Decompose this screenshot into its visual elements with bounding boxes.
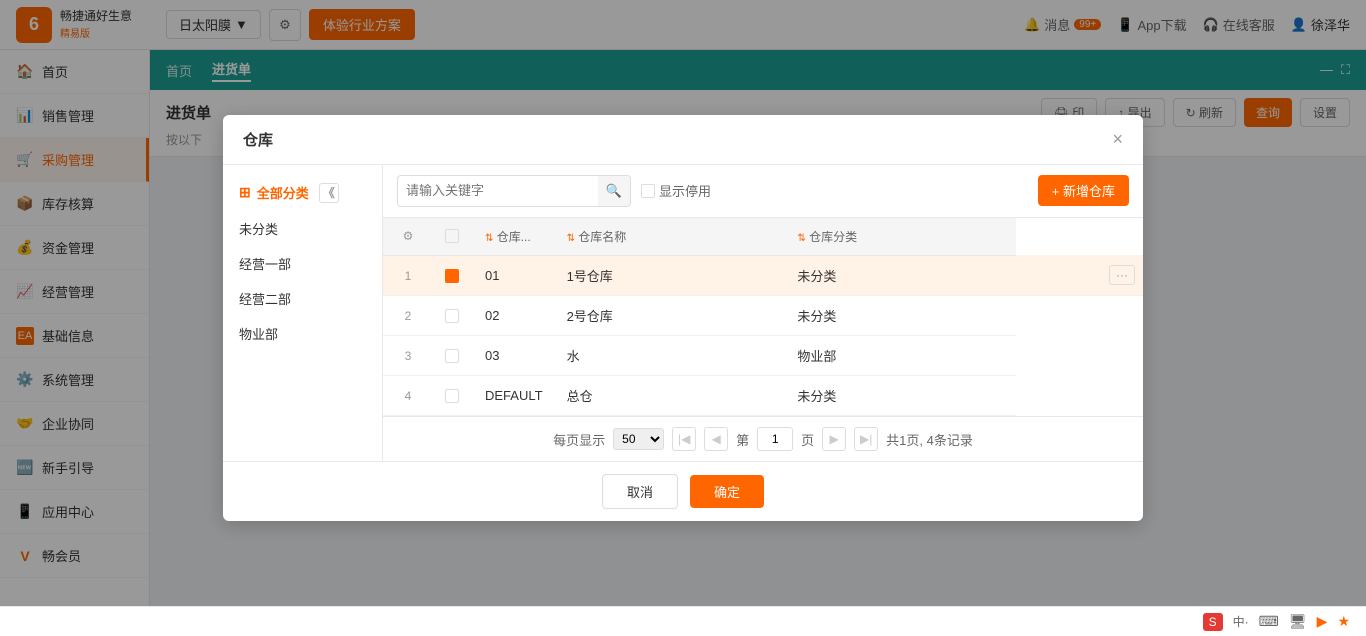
table-toolbar: 🔍 显示停用 + 新增仓库 — [383, 165, 1143, 218]
row-name: 水 — [555, 336, 786, 376]
table-body: 1 01 1号仓库 未分类 ··· — [383, 255, 1143, 416]
table-area: 🔍 显示停用 + 新增仓库 — [383, 165, 1143, 462]
table-row[interactable]: 1 01 1号仓库 未分类 ··· — [383, 255, 1143, 296]
row-category: 未分类 — [785, 296, 1016, 336]
cancel-button[interactable]: 取消 — [602, 474, 678, 509]
sort-name-icon: ⇅ — [567, 233, 575, 244]
row-checkbox[interactable] — [433, 336, 473, 376]
main-layout: 🏠 首页 📊 销售管理 🛒 采购管理 📦 库存核算 💰 资金管理 📈 经营管理 … — [0, 50, 1366, 636]
grid-icon: ⊞ — [239, 184, 251, 201]
show-disabled-checkbox[interactable] — [641, 184, 655, 198]
collapse-button[interactable]: 《 — [319, 183, 339, 203]
last-page-btn[interactable]: ▶| — [854, 427, 878, 451]
row-name: 2号仓库 — [555, 296, 786, 336]
warehouse-table: ⚙ ⇅ 仓库... — [383, 218, 1143, 417]
prev-page-btn[interactable]: ◀ — [704, 427, 728, 451]
th-name[interactable]: ⇅ 仓库名称 — [555, 218, 786, 256]
row-index: 4 — [383, 376, 433, 416]
category-all-label: 全部分类 — [257, 183, 309, 202]
table-row[interactable]: 4 DEFAULT 总仓 未分类 — [383, 376, 1143, 416]
table-header-row: ⚙ ⇅ 仓库... — [383, 218, 1143, 256]
warehouse-modal: 仓库 × ⊞ 全部分类 《 未分类 经营一部 经营二部 — [223, 115, 1143, 522]
row-category: 物业部 — [785, 336, 1016, 376]
main-content: 首页 进货单 — ⛶ 进货单 🖨 印 ↑ 导出 ↻ 刷新 查询 设置 按以下 — [150, 50, 1366, 636]
table-row[interactable]: 2 02 2号仓库 未分类 — [383, 296, 1143, 336]
row-check-4[interactable] — [445, 389, 459, 403]
modal-title: 仓库 — [243, 129, 273, 150]
th-settings: ⚙ — [383, 218, 433, 256]
search-box: 🔍 — [397, 175, 631, 207]
cat-operation1[interactable]: 经营一部 — [223, 246, 382, 281]
th-checkbox — [433, 218, 473, 256]
monitor-icon[interactable]: 🖥 — [1289, 613, 1307, 630]
row-code: 03 — [473, 336, 555, 376]
page-number-input[interactable] — [757, 427, 793, 451]
modal-overlay: 仓库 × ⊞ 全部分类 《 未分类 经营一部 经营二部 — [150, 50, 1366, 636]
pagination: 每页显示 50 20 100 |◀ ◀ 第 页 ▶ — [383, 416, 1143, 461]
cat-unclassified[interactable]: 未分类 — [223, 211, 382, 246]
per-page-select[interactable]: 50 20 100 — [613, 428, 664, 450]
show-disabled-toggle[interactable]: 显示停用 — [641, 181, 711, 200]
per-page-label: 每页显示 — [553, 430, 605, 449]
sort-icon: ⇅ — [485, 233, 493, 244]
row-checkbox[interactable] — [433, 296, 473, 336]
keyboard-icon[interactable]: ⌨ — [1259, 613, 1279, 630]
data-table: ⚙ ⇅ 仓库... — [383, 218, 1143, 417]
category-sidebar: ⊞ 全部分类 《 未分类 经营一部 经营二部 物业部 — [223, 165, 383, 462]
row-index: 1 — [383, 255, 433, 296]
page-label: 第 — [736, 430, 749, 449]
row-index: 2 — [383, 296, 433, 336]
show-disabled-label: 显示停用 — [659, 181, 711, 200]
category-all[interactable]: ⊞ 全部分类 《 — [223, 175, 382, 211]
status-icon-s: S — [1203, 613, 1223, 631]
modal-header: 仓库 × — [223, 115, 1143, 165]
next-page-btn[interactable]: ▶ — [822, 427, 846, 451]
star-icon[interactable]: ★ — [1337, 613, 1350, 630]
modal-body: ⊞ 全部分类 《 未分类 经营一部 经营二部 物业部 — [223, 165, 1143, 462]
row-check-1[interactable] — [445, 269, 459, 283]
sort-cat-icon: ⇅ — [797, 233, 805, 244]
cat-operation2[interactable]: 经营二部 — [223, 281, 382, 316]
th-code[interactable]: ⇅ 仓库... — [473, 218, 555, 256]
row-name: 1号仓库 — [555, 255, 786, 296]
row-code: DEFAULT — [473, 376, 555, 416]
row-code: 02 — [473, 296, 555, 336]
row-index: 3 — [383, 336, 433, 376]
page-suffix: 页 — [801, 430, 814, 449]
row-check-3[interactable] — [445, 349, 459, 363]
row-name: 总仓 — [555, 376, 786, 416]
modal-footer: 取消 确定 — [223, 461, 1143, 521]
row-code: 01 — [473, 255, 555, 296]
confirm-button[interactable]: 确定 — [690, 475, 764, 508]
search-input[interactable] — [398, 183, 598, 198]
row-checkbox[interactable] — [433, 255, 473, 296]
th-category[interactable]: ⇅ 仓库分类 — [785, 218, 1016, 256]
row-category: 未分类 — [785, 255, 1016, 296]
row-check-2[interactable] — [445, 309, 459, 323]
search-button[interactable]: 🔍 — [598, 175, 630, 207]
modal-close-button[interactable]: × — [1112, 129, 1123, 150]
add-warehouse-button[interactable]: + 新增仓库 — [1038, 175, 1129, 206]
row-checkbox[interactable] — [433, 376, 473, 416]
total-records: 共1页, 4条记录 — [886, 430, 973, 449]
status-bar: S 中· ⌨ 🖥 ▶ ★ — [0, 606, 1366, 636]
first-page-btn[interactable]: |◀ — [672, 427, 696, 451]
row-actions: ··· — [1016, 255, 1143, 296]
row-category: 未分类 — [785, 376, 1016, 416]
select-all-checkbox[interactable] — [445, 229, 459, 243]
gear-icon: ⚙ — [403, 229, 414, 243]
cat-property[interactable]: 物业部 — [223, 316, 382, 351]
table-row[interactable]: 3 03 水 物业部 — [383, 336, 1143, 376]
row-more-btn[interactable]: ··· — [1109, 265, 1135, 285]
status-text: 中· — [1233, 613, 1249, 630]
play-icon[interactable]: ▶ — [1317, 613, 1328, 630]
